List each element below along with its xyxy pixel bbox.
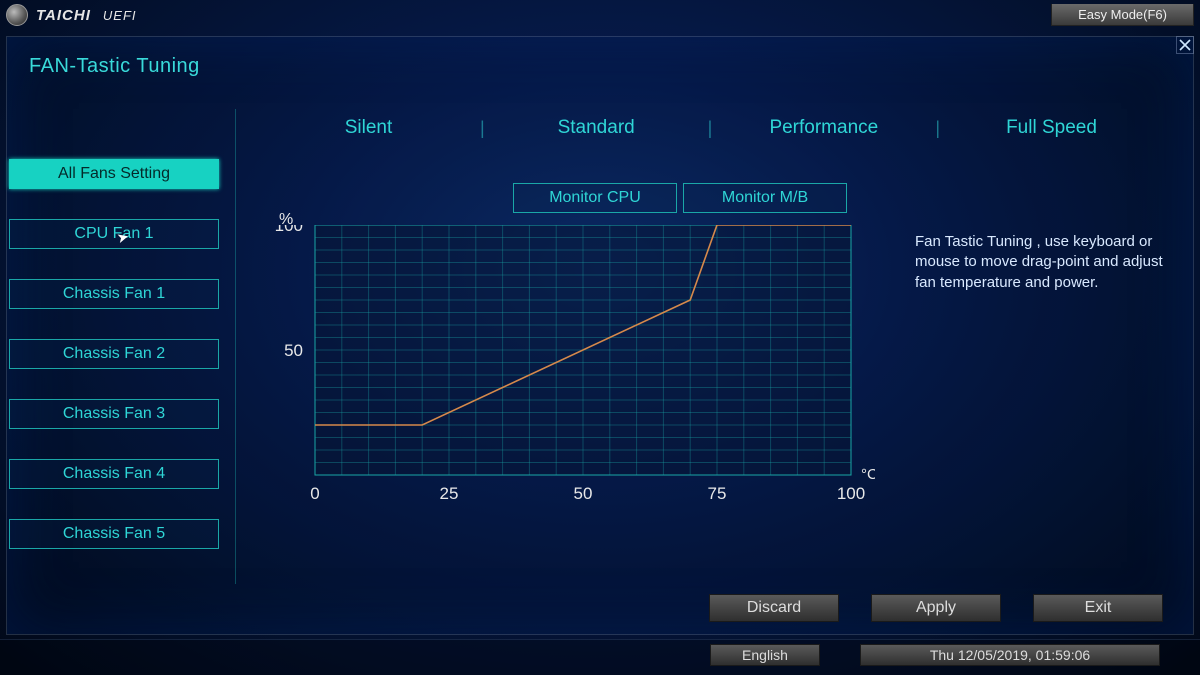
sidebar-item-label: Chassis Fan 3 bbox=[63, 405, 165, 422]
monitor-buttons: Monitor CPU Monitor M/B bbox=[513, 183, 847, 213]
svg-text:25: 25 bbox=[440, 484, 459, 503]
brand-logo-icon bbox=[6, 4, 28, 26]
help-text: Fan Tastic Tuning , use keyboard or mous… bbox=[915, 232, 1185, 293]
sidebar: All Fans Setting CPU Fan 1 Chassis Fan 1… bbox=[7, 159, 227, 549]
sidebar-item-label: Chassis Fan 5 bbox=[63, 525, 165, 542]
sidebar-item-label: All Fans Setting bbox=[58, 165, 170, 182]
sidebar-item-cpu-fan-1[interactable]: CPU Fan 1 bbox=[9, 219, 219, 249]
exit-button[interactable]: Exit bbox=[1033, 594, 1163, 622]
datetime-display: Thu 12/05/2019, 01:59:06 bbox=[860, 644, 1160, 666]
sidebar-item-label: CPU Fan 1 bbox=[74, 225, 153, 242]
sidebar-item-all-fans[interactable]: All Fans Setting bbox=[9, 159, 219, 189]
status-bar: English Thu 12/05/2019, 01:59:06 bbox=[0, 639, 1200, 675]
discard-button[interactable]: Discard bbox=[709, 594, 839, 622]
monitor-mb-button[interactable]: Monitor M/B bbox=[683, 183, 847, 213]
preset-separator: | bbox=[935, 118, 940, 139]
brand: TAICHI UEFI bbox=[6, 4, 137, 26]
page-title: FAN-Tastic Tuning bbox=[29, 55, 200, 78]
svg-text:50: 50 bbox=[574, 484, 593, 503]
action-buttons: Discard Apply Exit bbox=[709, 594, 1163, 622]
svg-text:50: 50 bbox=[284, 341, 303, 360]
sidebar-item-label: Chassis Fan 1 bbox=[63, 285, 165, 302]
preset-separator: | bbox=[480, 118, 485, 139]
sidebar-item-chassis-fan-2[interactable]: Chassis Fan 2 bbox=[9, 339, 219, 369]
sidebar-item-label: Chassis Fan 4 bbox=[63, 465, 165, 482]
sidebar-item-chassis-fan-4[interactable]: Chassis Fan 4 bbox=[9, 459, 219, 489]
preset-standard[interactable]: Standard bbox=[485, 117, 708, 139]
preset-separator: | bbox=[708, 118, 713, 139]
preset-performance[interactable]: Performance bbox=[712, 117, 935, 139]
fan-curve-chart[interactable]: % 025507510050100°C bbox=[255, 225, 875, 545]
svg-text:75: 75 bbox=[708, 484, 727, 503]
brand-sub: UEFI bbox=[103, 8, 137, 23]
top-bar: TAICHI UEFI Easy Mode(F6) bbox=[0, 0, 1200, 30]
sidebar-item-chassis-fan-1[interactable]: Chassis Fan 1 bbox=[9, 279, 219, 309]
language-button[interactable]: English bbox=[710, 644, 820, 666]
main-window: FAN-Tastic Tuning All Fans Setting CPU F… bbox=[6, 36, 1194, 635]
chart-svg[interactable]: 025507510050100°C bbox=[255, 225, 875, 545]
close-icon[interactable] bbox=[1176, 36, 1194, 54]
sidebar-item-chassis-fan-3[interactable]: Chassis Fan 3 bbox=[9, 399, 219, 429]
sidebar-divider bbox=[235, 109, 236, 584]
svg-text:0: 0 bbox=[310, 484, 319, 503]
preset-full-speed[interactable]: Full Speed bbox=[940, 117, 1163, 139]
svg-text:°C: °C bbox=[861, 466, 875, 483]
apply-button[interactable]: Apply bbox=[871, 594, 1001, 622]
sidebar-item-chassis-fan-5[interactable]: Chassis Fan 5 bbox=[9, 519, 219, 549]
sidebar-item-label: Chassis Fan 2 bbox=[63, 345, 165, 362]
brand-name: TAICHI bbox=[36, 7, 91, 24]
monitor-cpu-button[interactable]: Monitor CPU bbox=[513, 183, 677, 213]
easy-mode-button[interactable]: Easy Mode(F6) bbox=[1051, 4, 1194, 26]
preset-silent[interactable]: Silent bbox=[257, 117, 480, 139]
preset-tabs: Silent | Standard | Performance | Full S… bbox=[257, 117, 1163, 139]
svg-text:100: 100 bbox=[837, 484, 865, 503]
y-axis-unit: % bbox=[279, 211, 293, 229]
